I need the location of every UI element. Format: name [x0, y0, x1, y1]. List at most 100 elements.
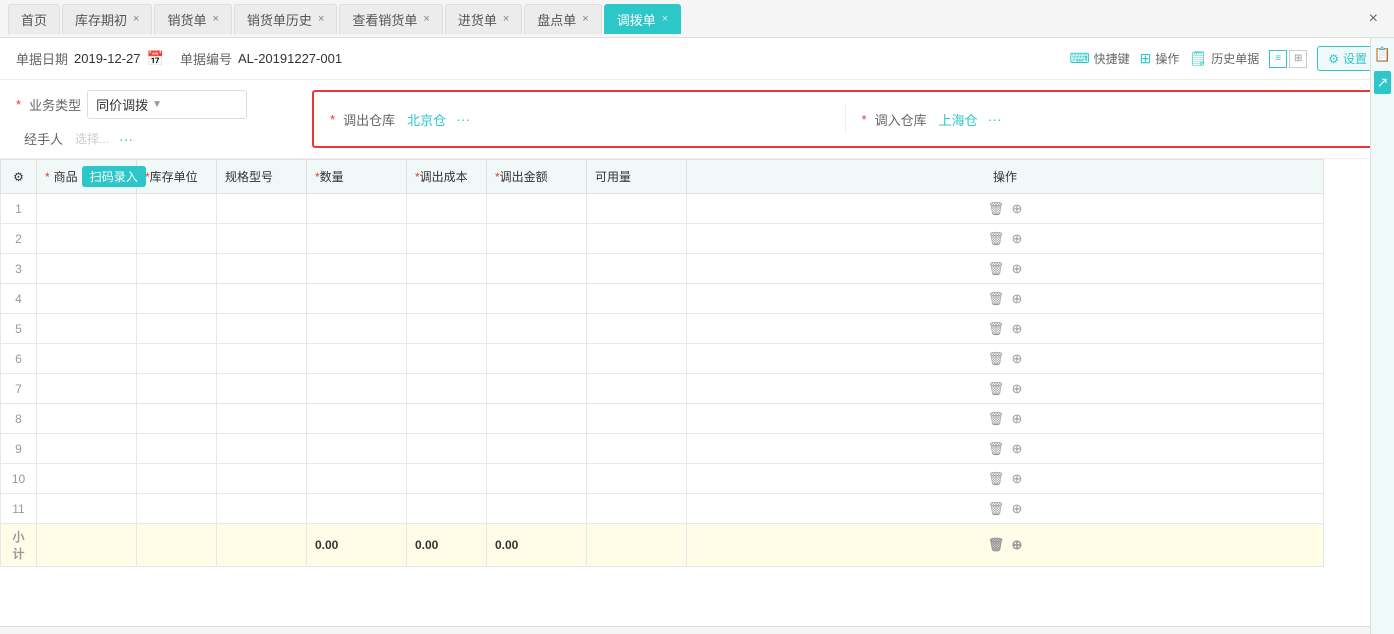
number-value[interactable]: AL-20191227-001: [238, 51, 342, 66]
scan-button[interactable]: 扫码录入: [82, 166, 146, 187]
transfer-in-value[interactable]: 上海仓: [939, 110, 978, 129]
close-icon[interactable]: ×: [133, 13, 139, 25]
tab-view-sales[interactable]: 查看销货单 ×: [339, 4, 442, 34]
close-icon[interactable]: ×: [423, 13, 429, 25]
copy-icon[interactable]: ⊕: [1011, 261, 1022, 276]
copy-icon[interactable]: ⊕: [1011, 201, 1022, 216]
cell-unit[interactable]: [137, 284, 217, 314]
delete-icon[interactable]: 🗑: [988, 501, 1005, 516]
cell-unit[interactable]: [137, 344, 217, 374]
cell-unit[interactable]: [137, 494, 217, 524]
tab-purchase[interactable]: 进货单 ×: [445, 4, 522, 34]
cell-spec[interactable]: [217, 224, 307, 254]
cell-qty[interactable]: [307, 464, 407, 494]
cell-spec[interactable]: [217, 194, 307, 224]
copy-icon[interactable]: ⊕: [1011, 381, 1022, 396]
cell-cost[interactable]: [407, 224, 487, 254]
close-icon[interactable]: ×: [662, 13, 668, 25]
cell-available[interactable]: [587, 404, 687, 434]
copy-icon[interactable]: ⊕: [1011, 411, 1022, 426]
cell-unit[interactable]: [137, 374, 217, 404]
note-icon[interactable]: 📋: [1374, 46, 1391, 63]
subtotal-copy-icon[interactable]: ⊕: [1011, 537, 1022, 552]
external-link-icon[interactable]: ↗: [1374, 71, 1392, 94]
cell-available[interactable]: [587, 224, 687, 254]
cell-available[interactable]: [587, 254, 687, 284]
cell-cost[interactable]: [407, 344, 487, 374]
cell-qty[interactable]: [307, 374, 407, 404]
cell-spec[interactable]: [217, 314, 307, 344]
close-icon[interactable]: ×: [212, 13, 218, 25]
cell-available[interactable]: [587, 194, 687, 224]
th-settings[interactable]: ⚙: [1, 160, 37, 194]
cell-amount[interactable]: [487, 254, 587, 284]
cell-unit[interactable]: [137, 194, 217, 224]
delete-icon[interactable]: 🗑: [988, 291, 1005, 306]
cell-qty[interactable]: [307, 314, 407, 344]
delete-icon[interactable]: 🗑: [988, 411, 1005, 426]
cell-cost[interactable]: [407, 404, 487, 434]
cell-unit[interactable]: [137, 254, 217, 284]
delete-icon[interactable]: 🗑: [988, 231, 1005, 246]
cell-qty[interactable]: [307, 344, 407, 374]
delete-icon[interactable]: 🗑: [988, 201, 1005, 216]
copy-icon[interactable]: ⊕: [1011, 441, 1022, 456]
delete-icon[interactable]: 🗑: [988, 471, 1005, 486]
cell-goods[interactable]: [37, 494, 137, 524]
tab-inventory-check[interactable]: 盘点单 ×: [524, 4, 601, 34]
copy-icon[interactable]: ⊕: [1011, 321, 1022, 336]
cell-unit[interactable]: [137, 314, 217, 344]
cell-available[interactable]: [587, 494, 687, 524]
settings-button[interactable]: ⚙ 设置: [1317, 46, 1378, 71]
transfer-out-more-icon[interactable]: ···: [456, 111, 470, 127]
cell-goods[interactable]: [37, 194, 137, 224]
cell-goods[interactable]: [37, 284, 137, 314]
cell-cost[interactable]: [407, 254, 487, 284]
cell-cost[interactable]: [407, 314, 487, 344]
cell-unit[interactable]: [137, 434, 217, 464]
operate-button[interactable]: ⊞ 操作: [1140, 50, 1180, 67]
cell-amount[interactable]: [487, 434, 587, 464]
copy-icon[interactable]: ⊕: [1011, 471, 1022, 486]
cell-qty[interactable]: [307, 224, 407, 254]
cell-amount[interactable]: [487, 344, 587, 374]
tab-sales-history[interactable]: 销货单历史 ×: [234, 4, 337, 34]
delete-icon[interactable]: 🗑: [988, 441, 1005, 456]
cell-cost[interactable]: [407, 194, 487, 224]
close-icon[interactable]: ×: [582, 13, 588, 25]
copy-icon[interactable]: ⊕: [1011, 231, 1022, 246]
cell-available[interactable]: [587, 344, 687, 374]
cell-unit[interactable]: [137, 224, 217, 254]
cell-spec[interactable]: [217, 374, 307, 404]
calendar-icon[interactable]: 📅: [147, 50, 164, 67]
cell-qty[interactable]: [307, 194, 407, 224]
tab-inventory-init[interactable]: 库存期初 ×: [62, 4, 152, 34]
cell-available[interactable]: [587, 434, 687, 464]
view-toggle-grid[interactable]: ⊞: [1289, 50, 1307, 68]
subtotal-delete-icon[interactable]: 🗑: [988, 537, 1005, 552]
cell-amount[interactable]: [487, 314, 587, 344]
close-icon[interactable]: ×: [318, 13, 324, 25]
tab-sales-order[interactable]: 销货单 ×: [154, 4, 231, 34]
cell-spec[interactable]: [217, 284, 307, 314]
cell-cost[interactable]: [407, 284, 487, 314]
cell-cost[interactable]: [407, 374, 487, 404]
history-button[interactable]: 🗒 历史单据: [1189, 50, 1259, 67]
copy-icon[interactable]: ⊕: [1011, 501, 1022, 516]
cell-qty[interactable]: [307, 284, 407, 314]
copy-icon[interactable]: ⊕: [1011, 291, 1022, 306]
shortcut-button[interactable]: ⌨ 快捷键: [1069, 50, 1129, 67]
cell-goods[interactable]: [37, 374, 137, 404]
bottom-scrollbar[interactable]: [0, 626, 1394, 634]
cell-goods[interactable]: [37, 254, 137, 284]
cell-available[interactable]: [587, 464, 687, 494]
cell-unit[interactable]: [137, 464, 217, 494]
cell-amount[interactable]: [487, 224, 587, 254]
cell-amount[interactable]: [487, 464, 587, 494]
cell-goods[interactable]: [37, 404, 137, 434]
cell-amount[interactable]: [487, 374, 587, 404]
cell-spec[interactable]: [217, 254, 307, 284]
business-type-select[interactable]: 同价调拨 ▼: [87, 90, 247, 119]
cell-amount[interactable]: [487, 284, 587, 314]
delete-icon[interactable]: 🗑: [988, 381, 1005, 396]
